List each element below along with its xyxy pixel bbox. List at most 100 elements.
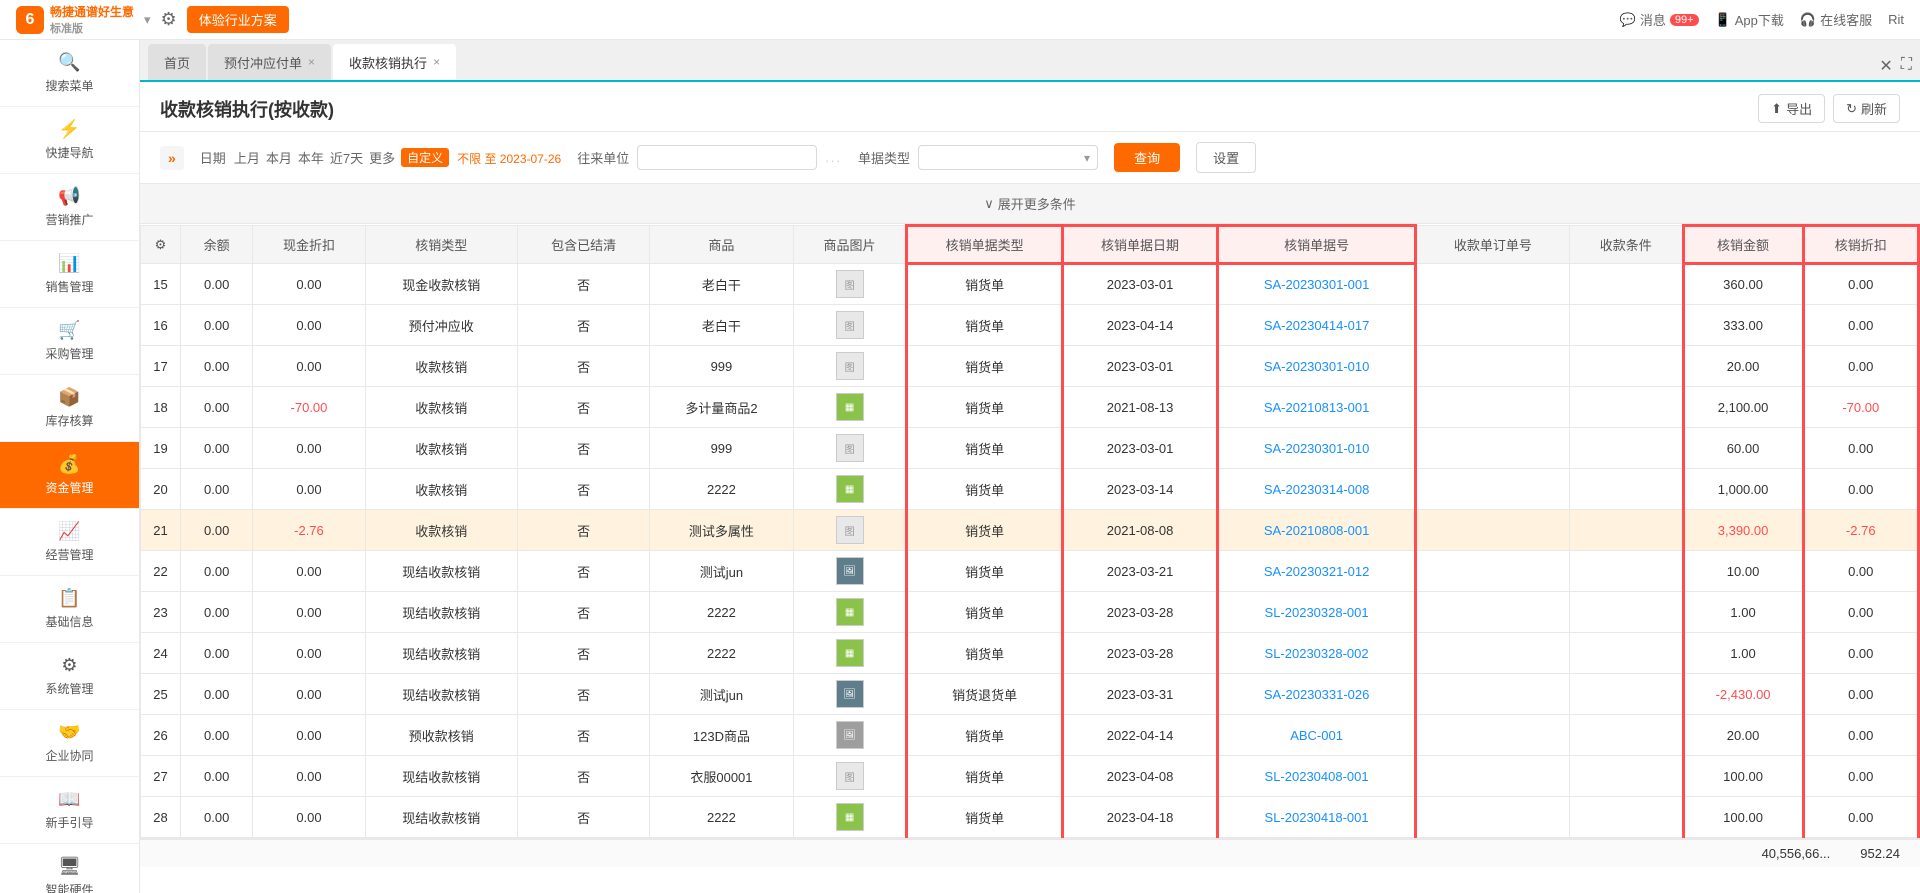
- settings-icon[interactable]: ⚙: [161, 9, 177, 30]
- tab-cancel[interactable]: 收款核销执行 ×: [333, 44, 456, 80]
- sidebar-label-purchase: 采购管理: [45, 345, 93, 362]
- col-cancel-bill-no: 核销单据号: [1218, 226, 1416, 264]
- row-receipt-order-no: [1415, 633, 1569, 674]
- row-cancel-bill-date: 2023-04-08: [1062, 756, 1217, 797]
- row-goods: 2222: [650, 797, 793, 838]
- refresh-button[interactable]: ↻ 刷新: [1833, 94, 1900, 123]
- date-7days[interactable]: 近7天: [330, 148, 363, 167]
- table-row: 17 0.00 0.00 收款核销 否 999 图 销货单 2023-03-01…: [141, 346, 1919, 387]
- row-cancel-bill-no: ABC-001: [1218, 715, 1416, 756]
- date-links: 上月 本月 本年 近7天 更多 自定义: [234, 148, 449, 167]
- user-item[interactable]: Rit: [1888, 12, 1904, 27]
- row-receipt-order-no: [1415, 346, 1569, 387]
- tab-prepay[interactable]: 预付冲应付单 ×: [208, 44, 331, 80]
- guide-icon: 📖: [58, 789, 80, 810]
- sidebar-item-search[interactable]: 🔍 搜索菜单: [0, 40, 139, 107]
- sidebar-item-inventory[interactable]: 📦 库存核算: [0, 375, 139, 442]
- date-this-year[interactable]: 本年: [298, 148, 324, 167]
- settings-button[interactable]: 设置: [1196, 142, 1256, 173]
- sidebar-item-quicknav[interactable]: ⚡ 快捷导航: [0, 107, 139, 174]
- cancel-bill-no-link[interactable]: SA-20230321-012: [1264, 564, 1370, 579]
- tab-close-icon[interactable]: ✕: [1879, 56, 1892, 76]
- row-id: 16: [141, 305, 181, 346]
- row-goods: 测试jun: [650, 551, 793, 592]
- cancel-bill-no-link[interactable]: SA-20230331-026: [1264, 687, 1370, 702]
- date-more[interactable]: 更多: [369, 148, 395, 167]
- sidebar-item-operation[interactable]: 📈 经营管理: [0, 509, 139, 576]
- collab-icon: 🤝: [58, 722, 80, 743]
- date-last-month[interactable]: 上月: [234, 148, 260, 167]
- cancel-bill-no-link[interactable]: SA-20230414-017: [1264, 318, 1370, 333]
- row-include-settled: 否: [517, 674, 649, 715]
- table-row: 27 0.00 0.00 现结收款核销 否 衣服00001 图 销货单 2023…: [141, 756, 1919, 797]
- row-id: 15: [141, 264, 181, 305]
- sidebar-item-purchase[interactable]: 🛒 采购管理: [0, 308, 139, 375]
- row-receipt-order-no: [1415, 756, 1569, 797]
- sidebar-item-hardware[interactable]: 🖥 智能硬件: [0, 844, 139, 893]
- row-cancel-discount: 0.00: [1803, 346, 1919, 387]
- bill-type-select-wrapper: ▾: [918, 145, 1098, 170]
- cancel-bill-no-link[interactable]: SA-20230301-010: [1264, 441, 1370, 456]
- row-receipt-order-no: [1415, 264, 1569, 305]
- row-receipt-condition: [1569, 346, 1683, 387]
- row-id: 22: [141, 551, 181, 592]
- sidebar-label-finance: 资金管理: [45, 479, 93, 496]
- row-id: 19: [141, 428, 181, 469]
- cancel-bill-no-link[interactable]: SL-20230328-002: [1265, 646, 1369, 661]
- row-goods: 123D商品: [650, 715, 793, 756]
- online-service-item[interactable]: 🎧 在线客服: [1800, 10, 1872, 29]
- from-unit-group: 往来单位 ...: [577, 145, 842, 170]
- cancel-bill-no-link[interactable]: SA-20230301-010: [1264, 359, 1370, 374]
- sidebar-item-system[interactable]: ⚙ 系统管理: [0, 643, 139, 710]
- cancel-bill-no-link[interactable]: SA-20210813-001: [1264, 400, 1370, 415]
- message-label: 消息: [1640, 10, 1666, 29]
- sidebar-item-marketing[interactable]: 📢 营销推广: [0, 174, 139, 241]
- row-goods: 999: [650, 346, 793, 387]
- sidebar-item-finance[interactable]: 💰 资金管理: [0, 442, 139, 509]
- row-cancel-amount: 1.00: [1683, 592, 1803, 633]
- row-cancel-bill-type: 销货单: [907, 346, 1062, 387]
- dropdown-arrow-icon[interactable]: ▾: [144, 12, 151, 28]
- app-download-item[interactable]: 📱 App下载: [1715, 10, 1784, 29]
- expand-button[interactable]: »: [160, 146, 184, 170]
- tab-home[interactable]: 首页: [148, 44, 206, 80]
- tab-prepay-close[interactable]: ×: [308, 55, 315, 69]
- row-cancel-bill-no: SA-20210813-001: [1218, 387, 1416, 428]
- sidebar-item-basic[interactable]: 📋 基础信息: [0, 576, 139, 643]
- row-goods: 老白干: [650, 264, 793, 305]
- cancel-bill-no-link[interactable]: SA-20210808-001: [1264, 523, 1370, 538]
- row-cancel-amount: 60.00: [1683, 428, 1803, 469]
- row-cancel-bill-type: 销货单: [907, 551, 1062, 592]
- sidebar-label-quicknav: 快捷导航: [45, 144, 93, 161]
- bill-type-select[interactable]: [918, 145, 1098, 170]
- sidebar-item-sales[interactable]: 📊 销售管理: [0, 241, 139, 308]
- col-cancel-bill-date: 核销单据日期: [1062, 226, 1217, 264]
- trial-button[interactable]: 体验行业方案: [187, 6, 289, 33]
- logo-area: 6 畅捷通谱好生意 标准版: [16, 3, 134, 36]
- tab-expand-icon[interactable]: ⛶: [1901, 56, 1912, 76]
- sidebar-label-search: 搜索菜单: [45, 77, 93, 94]
- cancel-bill-no-link[interactable]: SA-20230301-001: [1264, 277, 1370, 292]
- message-item[interactable]: 💬 消息 99+: [1620, 10, 1699, 29]
- row-cash-discount: 0.00: [253, 346, 365, 387]
- cancel-bill-no-link[interactable]: ABC-001: [1290, 728, 1343, 743]
- bill-type-group: 单据类型 ▾: [858, 145, 1098, 170]
- query-button[interactable]: 查询: [1114, 143, 1180, 172]
- expand-more-button[interactable]: ∨ 展开更多条件: [984, 190, 1076, 217]
- cancel-bill-no-link[interactable]: SA-20230314-008: [1264, 482, 1370, 497]
- sidebar-item-guide[interactable]: 📖 新手引导: [0, 777, 139, 844]
- row-include-settled: 否: [517, 633, 649, 674]
- cancel-bill-no-link[interactable]: SL-20230418-001: [1265, 810, 1369, 825]
- date-this-month[interactable]: 本月: [266, 148, 292, 167]
- col-cancel-bill-type: 核销单据类型: [907, 226, 1062, 264]
- from-unit-input[interactable]: [637, 145, 817, 170]
- tab-cancel-close[interactable]: ×: [433, 55, 440, 69]
- row-cash-discount: -2.76: [253, 510, 365, 551]
- cancel-bill-no-link[interactable]: SL-20230408-001: [1265, 769, 1369, 784]
- date-custom[interactable]: 自定义: [401, 148, 449, 167]
- col-settings[interactable]: ⚙: [141, 226, 181, 264]
- sidebar-item-collab[interactable]: 🤝 企业协同: [0, 710, 139, 777]
- export-button[interactable]: ⬆ 导出: [1758, 94, 1825, 123]
- goods-image-cell: 🖼: [793, 674, 907, 715]
- cancel-bill-no-link[interactable]: SL-20230328-001: [1265, 605, 1369, 620]
